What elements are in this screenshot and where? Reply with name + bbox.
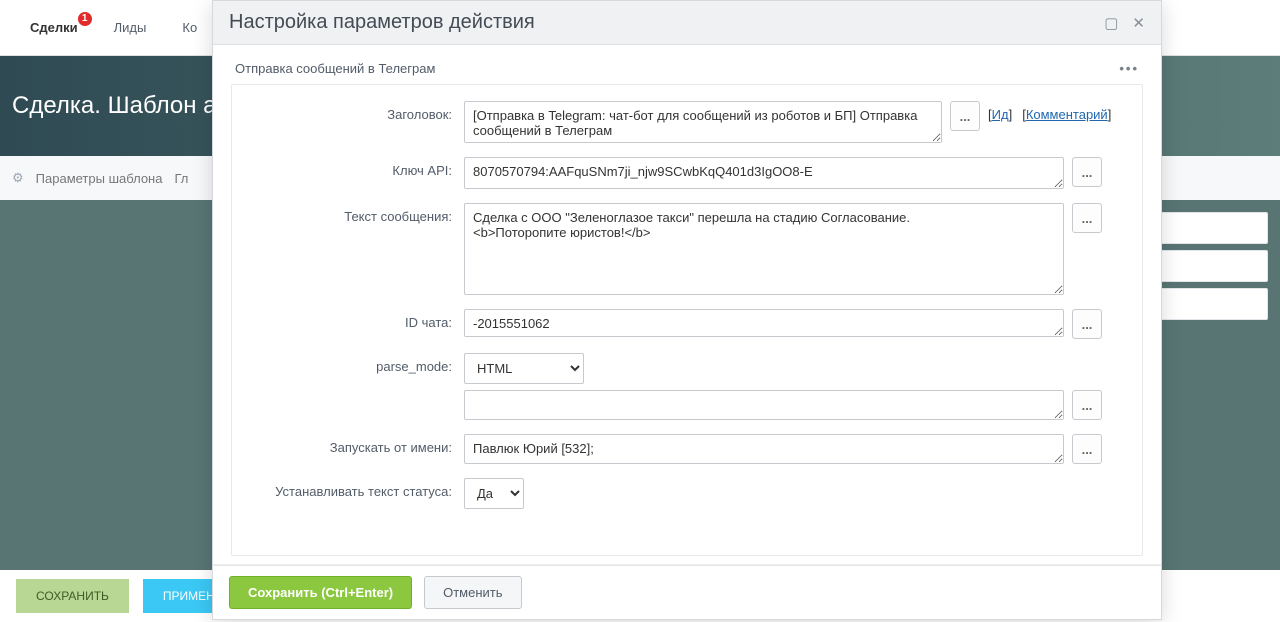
- input-chat-id[interactable]: [464, 309, 1064, 337]
- tab-deals-label: Сделки: [30, 20, 78, 35]
- input-parse-mode-extra[interactable]: [464, 390, 1064, 420]
- tab-deals[interactable]: Сделки 1: [12, 0, 96, 56]
- link-comment[interactable]: Комментарий: [1026, 107, 1108, 122]
- page-title: Сделка. Шаблон ав: [12, 92, 229, 120]
- picker-button-parse[interactable]: ...: [1072, 390, 1102, 420]
- panel-caption: Отправка сообщений в Телеграм: [235, 61, 435, 76]
- input-title[interactable]: [464, 101, 942, 143]
- sub-nav-item-params[interactable]: Параметры шаблона: [36, 171, 163, 186]
- label-parse-mode: parse_mode:: [244, 353, 464, 374]
- action-settings-modal: Настройка параметров действия ▢ ✕ Отправ…: [212, 0, 1162, 620]
- input-message[interactable]: [464, 203, 1064, 295]
- cancel-button[interactable]: Отменить: [424, 576, 521, 609]
- tab-contacts-label: Ко: [182, 20, 197, 35]
- picker-button-title[interactable]: ...: [950, 101, 980, 131]
- tab-leads[interactable]: Лиды: [96, 0, 165, 56]
- label-title: Заголовок:: [244, 101, 464, 122]
- tab-leads-label: Лиды: [114, 20, 147, 35]
- label-set-status: Устанавливать текст статуса:: [244, 478, 464, 499]
- input-run-as[interactable]: Павлюк Юрий [532];: [464, 434, 1064, 464]
- modal-footer: Сохранить (Ctrl+Enter) Отменить: [213, 565, 1161, 619]
- label-api-key: Ключ API:: [244, 157, 464, 178]
- params-icon: ⚙: [12, 170, 24, 186]
- select-parse-mode[interactable]: HTML: [464, 353, 584, 384]
- modal-header: Настройка параметров действия ▢ ✕: [213, 1, 1161, 45]
- picker-button-api[interactable]: ...: [1072, 157, 1102, 187]
- bg-save-button[interactable]: СОХРАНИТЬ: [16, 579, 129, 613]
- label-run-as: Запускать от имени:: [244, 434, 464, 455]
- tab-contacts[interactable]: Ко: [164, 0, 215, 56]
- tab-deals-badge: 1: [78, 12, 92, 26]
- label-chat-id: ID чата:: [244, 309, 464, 330]
- label-message: Текст сообщения:: [244, 203, 464, 224]
- picker-button-runas[interactable]: ...: [1072, 434, 1102, 464]
- maximize-icon[interactable]: ▢: [1104, 14, 1118, 32]
- input-api-key[interactable]: [464, 157, 1064, 189]
- link-id[interactable]: Ид: [992, 107, 1009, 122]
- select-set-status[interactable]: Да: [464, 478, 524, 509]
- sub-nav-item-globals[interactable]: Гл: [174, 171, 188, 186]
- picker-button-message[interactable]: ...: [1072, 203, 1102, 233]
- save-button[interactable]: Сохранить (Ctrl+Enter): [229, 576, 412, 609]
- modal-title: Настройка параметров действия: [229, 11, 535, 34]
- close-icon[interactable]: ✕: [1132, 14, 1145, 32]
- panel-menu-icon[interactable]: •••: [1119, 61, 1139, 76]
- picker-button-chatid[interactable]: ...: [1072, 309, 1102, 339]
- panel-body: Заголовок: ... [Ид] [Комментарий] Ключ A…: [231, 84, 1143, 556]
